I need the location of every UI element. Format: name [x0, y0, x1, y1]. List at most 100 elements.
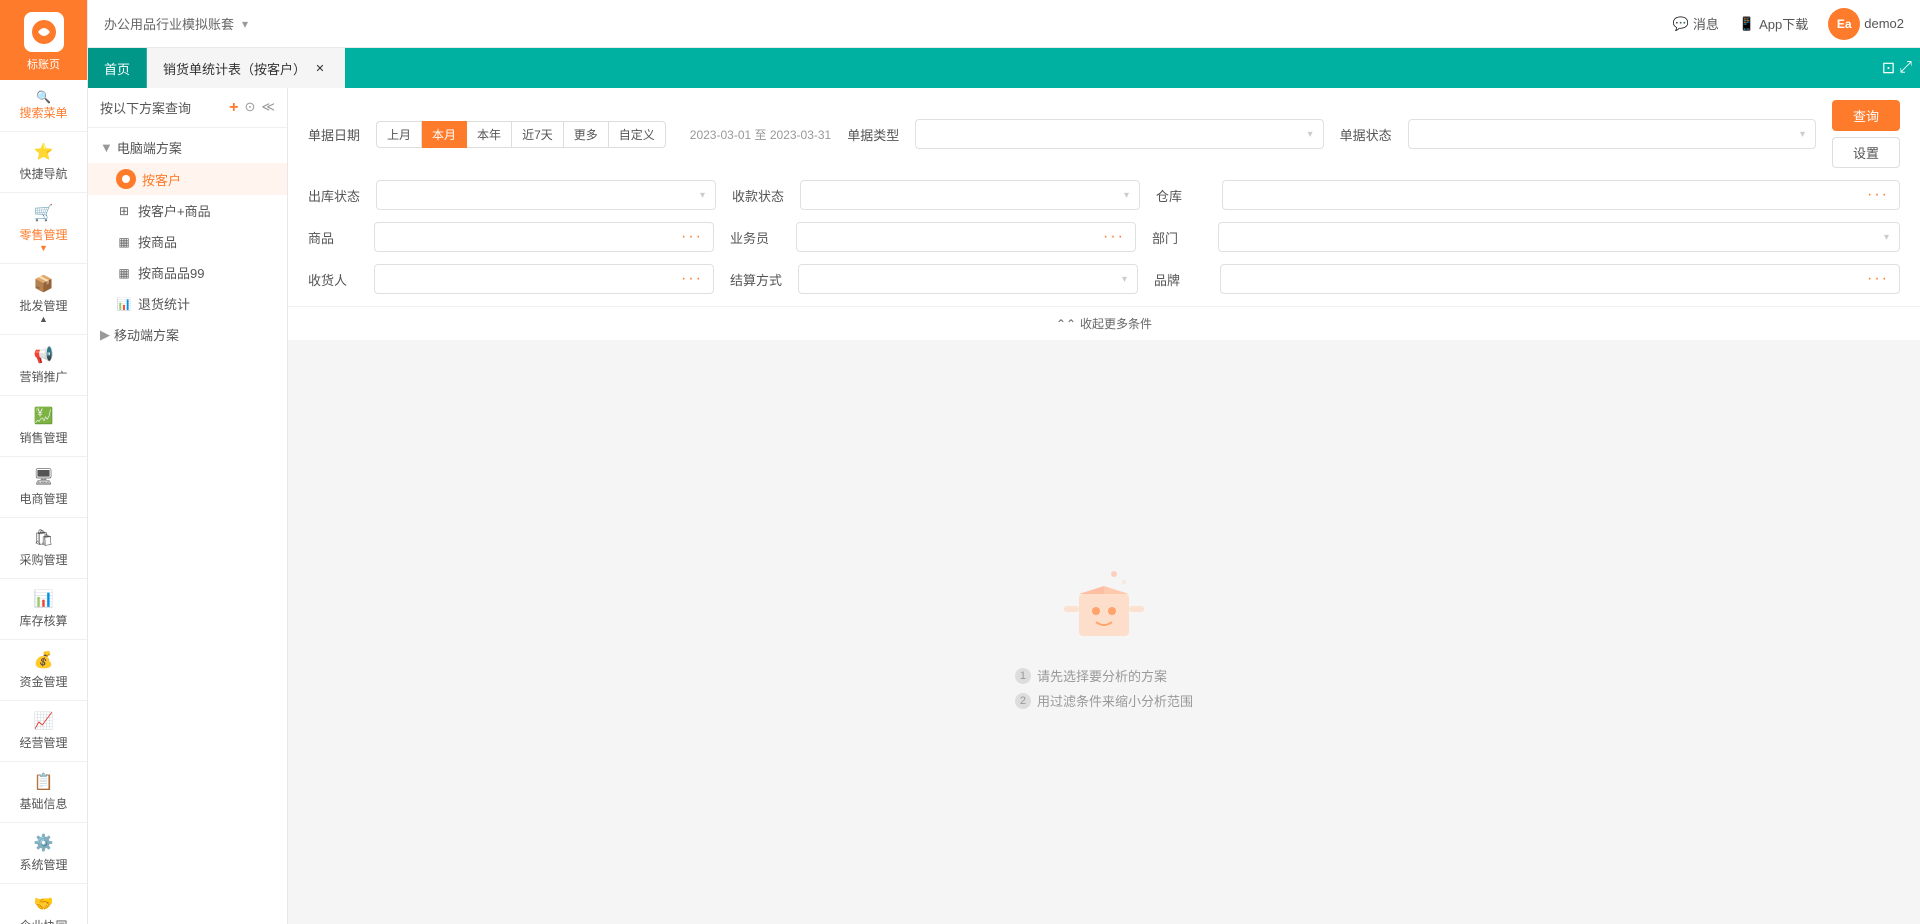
message-label: 消息	[1693, 14, 1719, 33]
add-scheme-button[interactable]: +	[229, 99, 238, 117]
sidebar-item-retail[interactable]: 🛒 零售管理 ▼	[0, 193, 87, 264]
date-btn-more[interactable]: 更多	[564, 121, 609, 148]
recipient-label: 收货人	[308, 270, 358, 289]
receipt-status-select[interactable]: ▾	[800, 180, 1140, 210]
logo-text: 标账页	[27, 56, 60, 72]
date-btn-this-month[interactable]: 本月	[422, 121, 467, 148]
tree-item-by-customer[interactable]: 按客户	[88, 163, 287, 195]
recipient-select[interactable]: ···	[374, 264, 714, 294]
sidebar-wholesale-label: 批发管理	[19, 297, 67, 314]
tree-group-desktop[interactable]: ▼ 电脑端方案	[88, 132, 287, 163]
goods-dots: ···	[681, 228, 703, 246]
filter-row-date: 单据日期 上月 本月 本年 近7天 更多 自定义 2023-03-01 至 20…	[308, 100, 1900, 168]
collapse-label: 收起更多条件	[1080, 315, 1152, 332]
avatar: Ea	[1828, 8, 1860, 40]
warehouse-select[interactable]: ···	[1222, 180, 1900, 210]
message-icon: 💬	[1673, 16, 1689, 32]
tab-sales-stats[interactable]: 销货单统计表（按客户） ✕	[147, 48, 345, 88]
sidebar-item-inventory[interactable]: 📊 库存核算	[0, 579, 87, 640]
date-group: 上月 本月 本年 近7天 更多 自定义	[376, 121, 666, 148]
tab-expand-icon[interactable]: ⤢	[1899, 59, 1912, 77]
goods-select[interactable]: ···	[374, 222, 714, 252]
warehouse-label: 仓库	[1156, 186, 1206, 205]
tab-bar: 首页 销货单统计表（按客户） ✕ ⊡ ⤢	[88, 48, 1920, 88]
sidebar-item-enterprise[interactable]: 🤝 企业协同	[0, 884, 87, 924]
doc-type-dropdown-arrow: ▾	[1308, 129, 1313, 140]
sidebar-item-operations[interactable]: 📈 经营管理	[0, 701, 87, 762]
sidebar-item-sales[interactable]: 💹 销售管理	[0, 396, 87, 457]
settlement-select[interactable]: ▾	[798, 264, 1138, 294]
sidebar-item-quick-nav[interactable]: ⭐ 快捷导航	[0, 132, 87, 193]
app-download-button[interactable]: 📱 App下载	[1739, 14, 1808, 33]
sidebar-item-system[interactable]: ⚙️ 系统管理	[0, 823, 87, 884]
sidebar-item-ecommerce[interactable]: 🖥 电商管理	[0, 457, 87, 518]
settings-scheme-icon[interactable]: ⊙	[244, 99, 255, 117]
salesperson-select[interactable]: ···	[796, 222, 1136, 252]
tab-minimize-icon[interactable]: ⊡	[1882, 58, 1895, 78]
tree-group-mobile[interactable]: ▶ 移动端方案	[88, 319, 287, 350]
department-select[interactable]: ▾	[1218, 222, 1900, 252]
sidebar-item-marketing[interactable]: 📢 营销推广	[0, 335, 87, 396]
tab-sales-stats-label: 销货单统计表（按客户）	[163, 59, 306, 78]
workspace-dropdown-icon[interactable]: ▾	[242, 17, 248, 31]
system-icon: ⚙️	[34, 833, 54, 853]
tree-item-by-goods[interactable]: ▦ 按商品	[88, 226, 287, 257]
date-btn-custom[interactable]: 自定义	[609, 121, 666, 148]
message-button[interactable]: 💬 消息	[1673, 14, 1719, 33]
quick-nav-icon: ⭐	[34, 142, 54, 162]
doc-type-select[interactable]: ▾	[915, 119, 1323, 149]
panel-title: 按以下方案查询	[100, 98, 191, 117]
tip-num-1: 1	[1015, 668, 1031, 684]
sidebar-enterprise-label: 企业协同	[19, 917, 67, 924]
by-customer-active-icon	[116, 169, 136, 189]
brand-dots: ···	[1867, 270, 1889, 288]
app-download-label: App下载	[1759, 14, 1808, 33]
query-button[interactable]: 查询	[1832, 100, 1900, 131]
sidebar-system-label: 系统管理	[19, 856, 67, 873]
ecommerce-icon: 🖥	[33, 467, 53, 487]
retail-arrow: ▼	[39, 243, 48, 253]
tree-item-by-goods-99[interactable]: ▦ 按商品品99	[88, 257, 287, 288]
purchase-icon: 🛍	[33, 528, 53, 548]
collapse-panel-icon[interactable]: ≪	[261, 99, 275, 117]
tree-item-returns[interactable]: 📊 退货统计	[88, 288, 287, 319]
wholesale-arrow: ▲	[39, 314, 48, 324]
date-btn-last-7-days[interactable]: 近7天	[512, 121, 564, 148]
settings-button[interactable]: 设置	[1832, 137, 1900, 168]
out-status-select[interactable]: ▾	[376, 180, 716, 210]
tree-item-by-goods-99-label: 按商品品99	[138, 263, 204, 282]
user-profile-button[interactable]: Ea demo2	[1828, 8, 1904, 40]
department-arrow: ▾	[1884, 232, 1889, 243]
tree-item-by-customer-label: 按客户	[142, 170, 181, 189]
by-goods-icon: ▦	[116, 234, 132, 250]
date-btn-last-month[interactable]: 上月	[376, 121, 422, 148]
tab-close-button[interactable]: ✕	[312, 60, 328, 76]
sidebar-item-purchase[interactable]: 🛍 采购管理	[0, 518, 87, 579]
salesperson-dots: ···	[1103, 228, 1125, 246]
sidebar-item-basic[interactable]: 📋 基础信息	[0, 762, 87, 823]
collapse-row[interactable]: ⌃⌃ 收起更多条件	[288, 306, 1920, 340]
tree-item-by-customer-goods[interactable]: ⊞ 按客户+商品	[88, 195, 287, 226]
sidebar-retail-label: 零售管理	[19, 226, 67, 243]
user-name-label: demo2	[1864, 16, 1904, 31]
tree-group-arrow: ▼	[100, 140, 113, 155]
sidebar-finance-label: 资金管理	[19, 673, 67, 690]
sidebar-item-finance[interactable]: 💰 资金管理	[0, 640, 87, 701]
tab-bar-actions: ⊡ ⤢	[1874, 48, 1920, 88]
brand-select[interactable]: ···	[1220, 264, 1900, 294]
settlement-label: 结算方式	[730, 270, 782, 289]
sidebar-item-search[interactable]: 🔍 搜索菜单	[0, 80, 87, 132]
doc-status-label: 单据状态	[1340, 125, 1392, 144]
doc-status-select[interactable]: ▾	[1408, 119, 1816, 149]
goods-label: 商品	[308, 228, 358, 247]
tab-home[interactable]: 首页	[88, 48, 147, 88]
main-area: 办公用品行业模拟账套 ▾ 💬 消息 📱 App下载 Ea demo2 首页	[88, 0, 1920, 924]
tip-text-1: 请先选择要分析的方案	[1037, 666, 1167, 685]
date-btn-this-year[interactable]: 本年	[467, 121, 512, 148]
tip-item-2: 2 用过滤条件来缩小分析范围	[1015, 691, 1193, 710]
brand-label: 品牌	[1154, 270, 1204, 289]
salesperson-label: 业务员	[730, 228, 780, 247]
search-icon: 🔍	[36, 90, 51, 104]
sidebar-item-wholesale[interactable]: 📦 批发管理 ▲	[0, 264, 87, 335]
sidebar-quick-nav-label: 快捷导航	[19, 165, 67, 182]
